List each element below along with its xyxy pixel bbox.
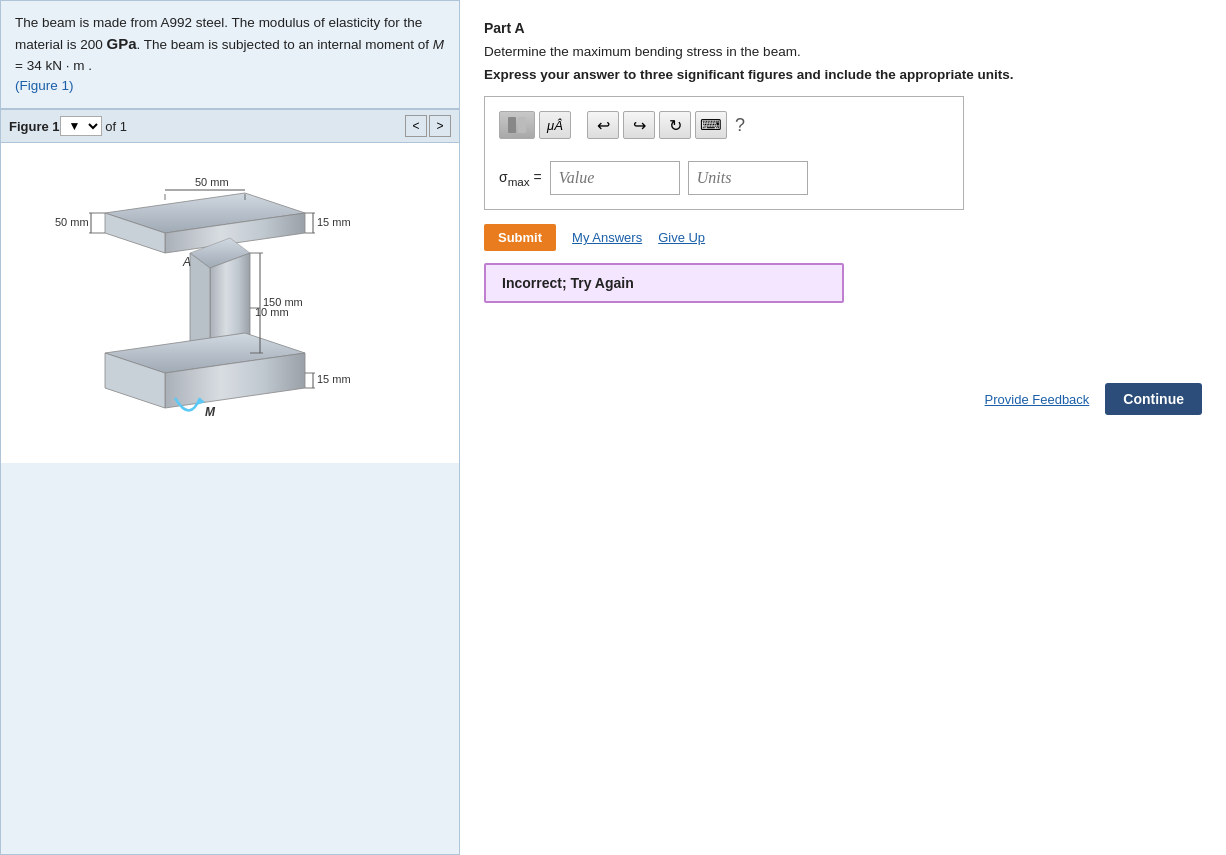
moment-variable: M xyxy=(433,37,444,52)
incorrect-banner: Incorrect; Try Again xyxy=(484,263,844,303)
svg-rect-27 xyxy=(518,117,526,133)
figure-next-button[interactable]: > xyxy=(429,115,451,137)
problem-text-block: The beam is made from A992 steel. The mo… xyxy=(1,1,459,109)
sigma-label: σmax = xyxy=(499,169,542,188)
my-answers-button[interactable]: My Answers xyxy=(572,230,642,245)
point-a-label: A xyxy=(182,255,191,269)
give-up-button[interactable]: Give Up xyxy=(658,230,705,245)
dim-50mm-left: 50 mm xyxy=(55,216,89,228)
redo-button[interactable]: ↪ xyxy=(623,111,655,139)
split-icon xyxy=(507,116,527,134)
dim-15mm-bot: 15 mm xyxy=(317,373,351,385)
continue-button[interactable]: Continue xyxy=(1105,383,1202,415)
keyboard-button[interactable]: ⌨ xyxy=(695,111,727,139)
formula-toolbar: μÂ ↩ ↪ ↻ ⌨ ? xyxy=(499,111,949,149)
figure-of: of 1 xyxy=(102,119,127,134)
units-input[interactable] xyxy=(688,161,808,195)
figure-nav: Figure 1 ▼ of 1 < > xyxy=(1,109,459,143)
bottom-row: Provide Feedback Continue xyxy=(484,383,1202,415)
answer-box: μÂ ↩ ↪ ↻ ⌨ ? σmax = xyxy=(484,96,964,210)
help-icon: ? xyxy=(735,115,745,136)
problem-text-line1: The beam is made from A992 steel. The mo… xyxy=(15,15,444,73)
problem-instruction: Express your answer to three significant… xyxy=(484,67,1202,82)
dim-50mm-top: 50 mm xyxy=(195,176,229,188)
figure-label: Figure 1 xyxy=(9,119,60,134)
provide-feedback-button[interactable]: Provide Feedback xyxy=(985,392,1090,407)
figure-selector[interactable]: ▼ xyxy=(60,116,102,136)
refresh-button[interactable]: ↻ xyxy=(659,111,691,139)
problem-description: Determine the maximum bending stress in … xyxy=(484,44,1202,59)
submit-button[interactable]: Submit xyxy=(484,224,556,251)
part-label: Part A xyxy=(484,20,1202,36)
input-row: σmax = xyxy=(499,161,949,195)
ibeam-figure: 50 mm 50 mm 15 mm A 10 mm xyxy=(45,158,425,448)
mu-button[interactable]: μÂ xyxy=(539,111,571,139)
split-icon-button[interactable] xyxy=(499,111,535,139)
gpa-text: GPa xyxy=(107,35,137,52)
figure-area: 50 mm 50 mm 15 mm A 10 mm xyxy=(1,143,459,463)
left-panel: The beam is made from A992 steel. The mo… xyxy=(0,0,460,855)
right-panel: Part A Determine the maximum bending str… xyxy=(460,0,1226,855)
svg-rect-26 xyxy=(508,117,516,133)
undo-button[interactable]: ↩ xyxy=(587,111,619,139)
figure-link[interactable]: (Figure 1) xyxy=(15,78,74,93)
action-row: Submit My Answers Give Up xyxy=(484,224,1202,251)
point-m-label: M xyxy=(205,405,216,419)
dim-150mm: 150 mm xyxy=(263,296,303,308)
figure-prev-button[interactable]: < xyxy=(405,115,427,137)
value-input[interactable] xyxy=(550,161,680,195)
dim-15mm-right: 15 mm xyxy=(317,216,351,228)
